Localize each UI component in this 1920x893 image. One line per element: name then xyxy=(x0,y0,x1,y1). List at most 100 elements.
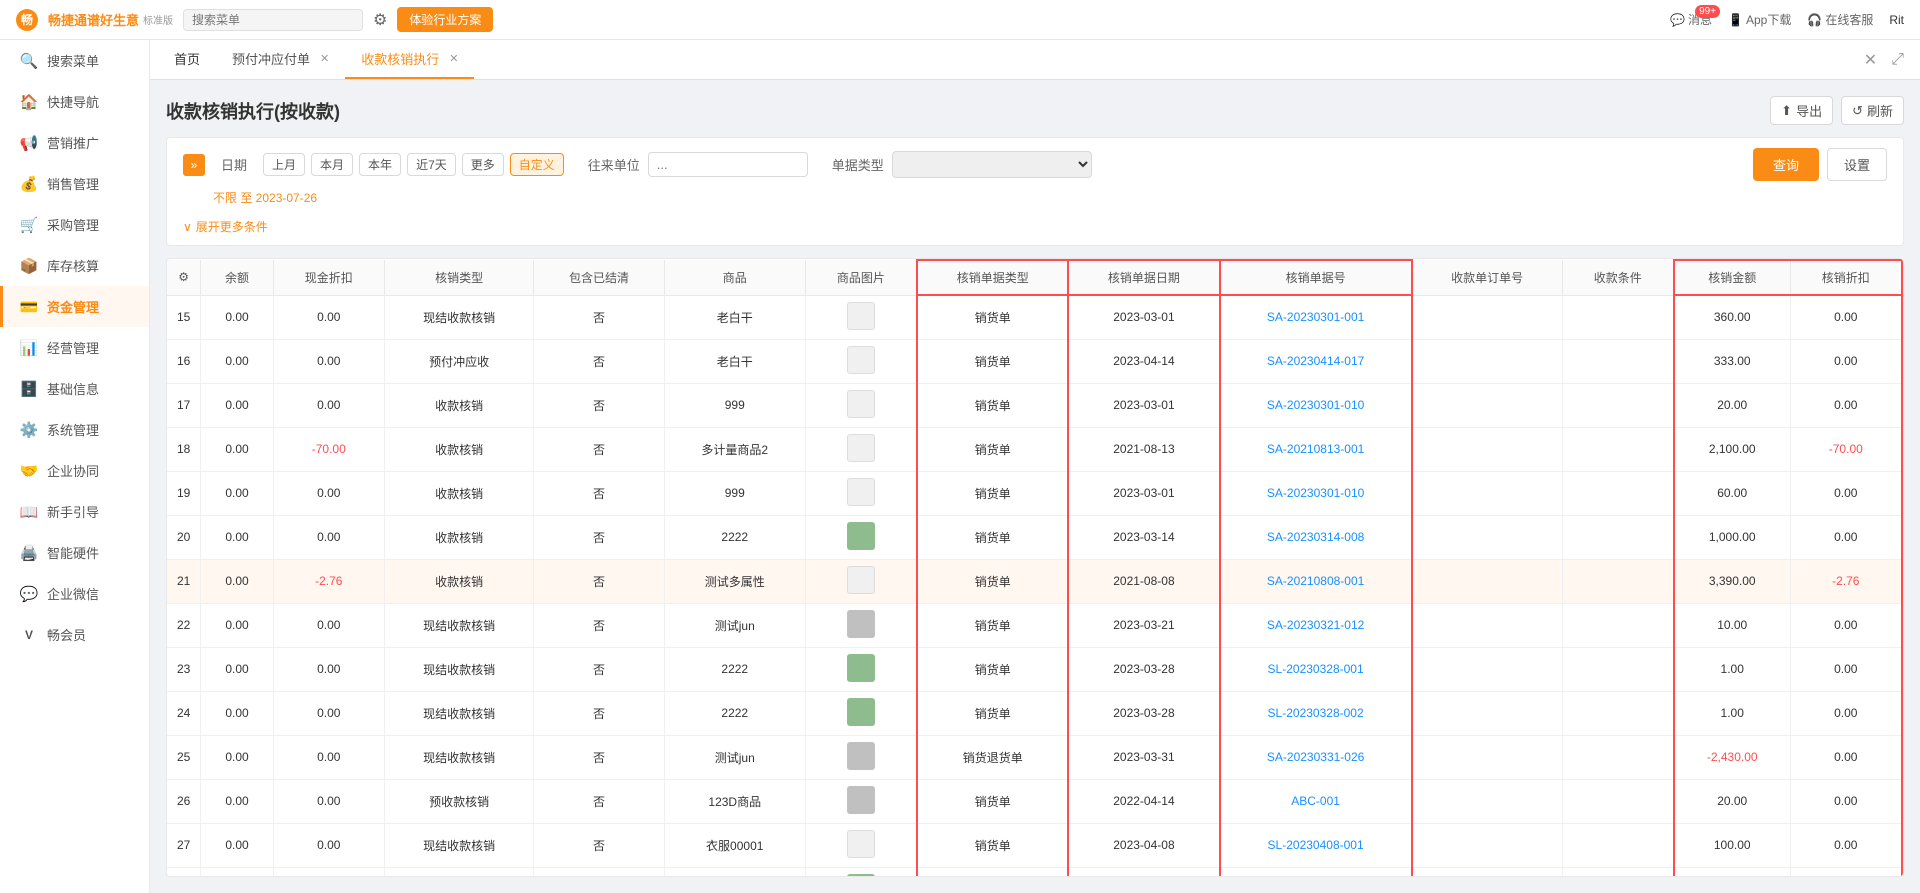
tab-home-label: 首页 xyxy=(174,49,200,68)
voucher-bill-link[interactable]: SA-20230314-008 xyxy=(1267,530,1364,544)
filter-toggle-btn[interactable]: » xyxy=(183,154,205,176)
cell-voucher-bill-no[interactable]: SA-20210808-001 xyxy=(1220,559,1412,603)
cell-voucher-bill-no[interactable]: SA-20230301-001 xyxy=(1220,295,1412,339)
cell-cash-discount: 0.00 xyxy=(273,339,384,383)
voucher-bill-link[interactable]: SL-20230328-002 xyxy=(1268,706,1364,720)
cell-write-off-type: 预付冲应收 xyxy=(384,339,534,383)
cell-receipt-terms xyxy=(1562,339,1674,383)
cell-cash-discount: 0.00 xyxy=(273,471,384,515)
tab-prepay-close[interactable]: ✕ xyxy=(320,52,329,65)
date-prev-month-btn[interactable]: 上月 xyxy=(263,153,305,176)
cell-write-off-type: 现结收款核销 xyxy=(384,647,534,691)
sidebar-item-hardware[interactable]: 🖨️ 智能硬件 xyxy=(0,532,149,573)
sidebar-item-wechat[interactable]: 💬 企业微信 xyxy=(0,573,149,614)
sidebar-item-sales[interactable]: 💰 销售管理 xyxy=(0,163,149,204)
online-service-btn[interactable]: 🎧在线客服 xyxy=(1807,11,1873,28)
sidebar-item-member[interactable]: V 畅会员 xyxy=(0,614,149,655)
export-btn[interactable]: ⬆ 导出 xyxy=(1770,96,1833,125)
cell-voucher-bill-no[interactable]: SL-20230418-001 xyxy=(1220,867,1412,877)
cell-cash-discount: -2.76 xyxy=(273,559,384,603)
filter-settings-btn[interactable]: 设置 xyxy=(1827,148,1887,181)
cell-voucher-bill-no[interactable]: ABC-001 xyxy=(1220,779,1412,823)
cell-write-off-amount: 333.00 xyxy=(1674,339,1790,383)
sidebar-item-operation[interactable]: 📊 经营管理 xyxy=(0,327,149,368)
sidebar-label: 销售管理 xyxy=(47,174,99,193)
sidebar-item-guide[interactable]: 📖 新手引导 xyxy=(0,491,149,532)
voucher-bill-link[interactable]: SA-20230301-001 xyxy=(1267,310,1364,324)
counterpart-input[interactable] xyxy=(648,152,808,177)
tab-prepay[interactable]: 预付冲应付单 ✕ xyxy=(216,40,345,79)
cell-write-off-discount: 0.00 xyxy=(1790,515,1902,559)
voucher-bill-link[interactable]: SL-20230328-001 xyxy=(1268,662,1364,676)
search-icon: 🔍 xyxy=(19,52,39,70)
cell-voucher-bill-no[interactable]: SA-20230314-008 xyxy=(1220,515,1412,559)
cell-voucher-bill-no[interactable]: SA-20230301-010 xyxy=(1220,383,1412,427)
cell-voucher-bill-no[interactable]: SA-20230301-010 xyxy=(1220,471,1412,515)
cell-goods-img xyxy=(805,471,917,515)
tab-collection-close[interactable]: ✕ xyxy=(449,52,458,65)
refresh-btn[interactable]: ↺ 刷新 xyxy=(1841,96,1904,125)
trial-btn[interactable]: 体验行业方案 xyxy=(397,7,493,32)
cell-receipt-terms xyxy=(1562,559,1674,603)
sidebar-item-corp[interactable]: 🤝 企业协同 xyxy=(0,450,149,491)
voucher-bill-link[interactable]: SA-20230331-026 xyxy=(1267,750,1364,764)
date-custom-btn[interactable]: 自定义 xyxy=(510,153,564,176)
voucher-bill-link[interactable]: SA-20230301-010 xyxy=(1267,486,1364,500)
voucher-bill-link[interactable]: SA-20210813-001 xyxy=(1267,442,1364,456)
date-more-btn[interactable]: 更多 xyxy=(462,153,504,176)
goods-image xyxy=(847,522,875,550)
sidebar-item-system[interactable]: ⚙️ 系统管理 xyxy=(0,409,149,450)
cell-voucher-bill-no[interactable]: SL-20230408-001 xyxy=(1220,823,1412,867)
voucher-bill-link[interactable]: SL-20230408-001 xyxy=(1268,838,1364,852)
sidebar-item-purchase[interactable]: 🛒 采购管理 xyxy=(0,204,149,245)
cell-row-no: 25 xyxy=(167,735,201,779)
sidebar-item-finance[interactable]: 💳 资金管理 xyxy=(0,286,149,327)
purchase-icon: 🛒 xyxy=(19,216,39,234)
cell-voucher-bill-no[interactable]: SA-20230331-026 xyxy=(1220,735,1412,779)
date-this-year-btn[interactable]: 本年 xyxy=(359,153,401,176)
user-info[interactable]: Rit xyxy=(1889,13,1904,27)
th-gear[interactable]: ⚙ xyxy=(167,260,201,295)
cell-write-off-amount: 1,000.00 xyxy=(1674,515,1790,559)
sidebar-item-inventory[interactable]: 📦 库存核算 xyxy=(0,245,149,286)
date-7days-btn[interactable]: 近7天 xyxy=(407,153,456,176)
cell-voucher-bill-no[interactable]: SA-20210813-001 xyxy=(1220,427,1412,471)
cell-balance: 0.00 xyxy=(201,383,273,427)
cell-voucher-bill-no[interactable]: SL-20230328-001 xyxy=(1220,647,1412,691)
sidebar-label: 快捷导航 xyxy=(47,92,99,111)
app-download-btn[interactable]: 📱App下载 xyxy=(1728,11,1791,28)
voucher-bill-link[interactable]: SA-20210808-001 xyxy=(1267,574,1364,588)
sidebar-item-basic[interactable]: 🗄️ 基础信息 xyxy=(0,368,149,409)
cell-voucher-bill-no[interactable]: SA-20230414-017 xyxy=(1220,339,1412,383)
th-goods-img: 商品图片 xyxy=(805,260,917,295)
tab-close-icon[interactable]: ✕ xyxy=(1860,48,1881,72)
date-this-month-btn[interactable]: 本月 xyxy=(311,153,353,176)
sidebar-item-marketing[interactable]: 📢 营销推广 xyxy=(0,122,149,163)
sidebar-item-quick[interactable]: 🏠 快捷导航 xyxy=(0,81,149,122)
gear-icon[interactable]: ⚙ xyxy=(373,10,387,30)
tab-expand-icon[interactable]: ⤢ xyxy=(1887,49,1908,71)
cell-row-no: 27 xyxy=(167,823,201,867)
voucher-bill-link[interactable]: SA-20230301-010 xyxy=(1267,398,1364,412)
voucher-type-select[interactable] xyxy=(892,151,1092,178)
tab-home[interactable]: 首页 xyxy=(158,40,216,79)
cell-write-off-discount: 0.00 xyxy=(1790,339,1902,383)
cell-goods-img xyxy=(805,603,917,647)
expand-more-btn[interactable]: ∨ 展开更多条件 xyxy=(183,218,1887,235)
sidebar-label: 资金管理 xyxy=(47,297,99,316)
query-btn[interactable]: 查询 xyxy=(1753,148,1819,181)
cell-voucher-bill-no[interactable]: SA-20230321-012 xyxy=(1220,603,1412,647)
voucher-bill-link[interactable]: SA-20230321-012 xyxy=(1267,618,1364,632)
cell-row-no: 15 xyxy=(167,295,201,339)
sidebar-label: 新手引导 xyxy=(47,502,99,521)
sidebar-item-search[interactable]: 🔍 搜索菜单 xyxy=(0,40,149,81)
top-search-input[interactable] xyxy=(183,9,363,31)
voucher-bill-link[interactable]: ABC-001 xyxy=(1291,794,1340,808)
cell-voucher-bill-date: 2021-08-13 xyxy=(1068,427,1219,471)
voucher-bill-link[interactable]: SA-20230414-017 xyxy=(1267,354,1364,368)
cell-voucher-bill-no[interactable]: SL-20230328-002 xyxy=(1220,691,1412,735)
cell-goods: 测试jun xyxy=(664,603,805,647)
messages-btn[interactable]: 💬 消息 99+ xyxy=(1670,11,1712,28)
cell-receipt-terms xyxy=(1562,471,1674,515)
tab-collection[interactable]: 收款核销执行 ✕ xyxy=(345,40,474,79)
